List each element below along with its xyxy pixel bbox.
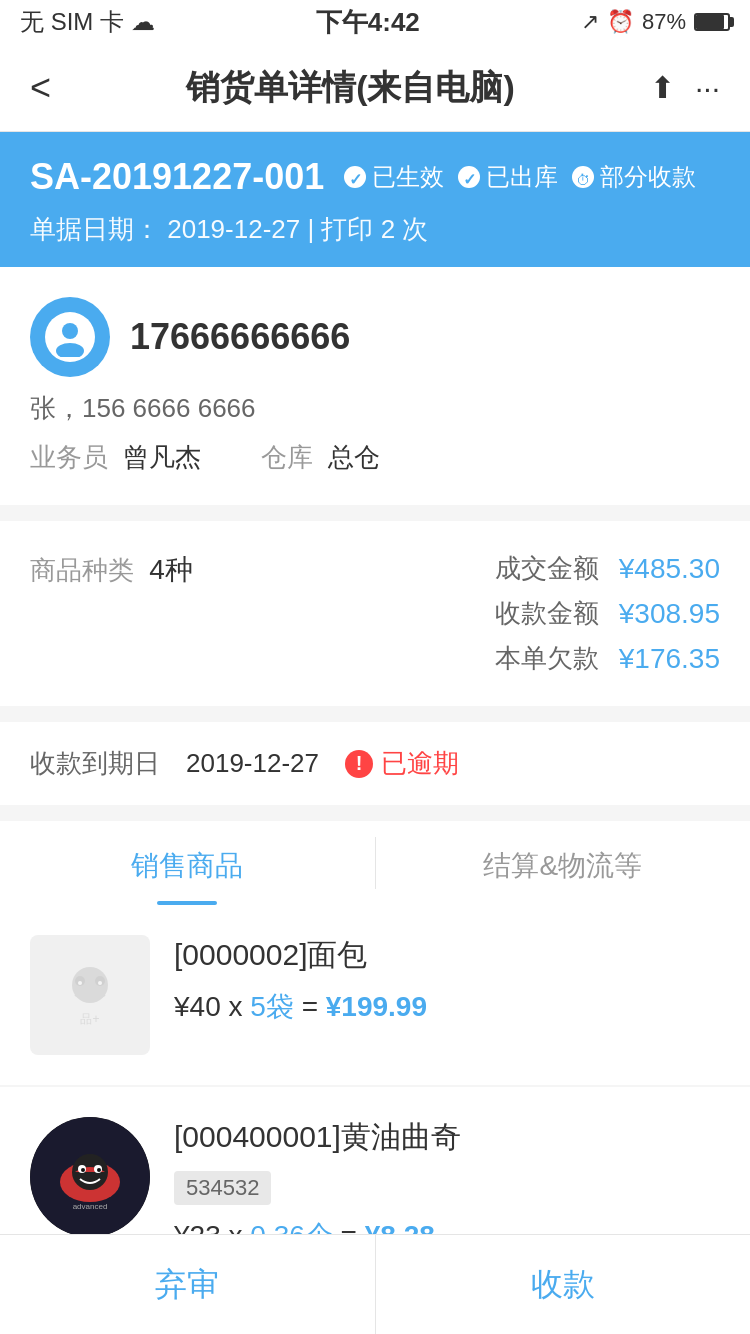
customer-name-detail: 张，156 6666 6666: [30, 391, 720, 426]
status-left: 无 SIM 卡 ☁: [20, 6, 155, 38]
due-amount-row: 本单欠款 ¥176.35: [495, 641, 720, 676]
product-type-stat: 商品种类 4种: [30, 551, 193, 589]
product-info-1: [0000002]面包 ¥40 x 5袋 = ¥199.99: [174, 935, 720, 1026]
svg-point-13: [81, 1168, 85, 1172]
confirm-button[interactable]: 收款: [376, 1235, 751, 1334]
svg-point-14: [97, 1168, 101, 1172]
product-total-1: ¥199.99: [326, 991, 427, 1022]
svg-point-1: [56, 343, 84, 357]
overdue-badge: ! 已逾期: [345, 746, 459, 781]
tab-settlement[interactable]: 结算&物流等: [376, 821, 751, 905]
amount-stats: 成交金额 ¥485.30 收款金额 ¥308.95 本单欠款 ¥176.35: [495, 551, 720, 676]
avatar-icon: [45, 312, 95, 362]
product-image-2: advanced: [30, 1117, 150, 1237]
product-thumb-1: 品+: [30, 935, 150, 1055]
shipped-icon: [458, 166, 480, 188]
product-unit-price-1: ¥40: [174, 991, 221, 1022]
more-icon[interactable]: ···: [695, 71, 720, 105]
received-amount-row: 收款金额 ¥308.95: [495, 596, 720, 631]
cancel-button[interactable]: 弃审: [0, 1235, 376, 1334]
customer-meta: 业务员 曾凡杰 仓库 总仓: [30, 440, 720, 475]
back-button[interactable]: <: [30, 67, 51, 109]
battery-status: 87%: [642, 9, 686, 35]
overdue-icon: !: [345, 750, 373, 778]
svg-text:advanced: advanced: [73, 1202, 108, 1211]
svg-point-0: [62, 323, 78, 339]
tab-settlement-label: 结算&物流等: [483, 850, 642, 881]
deal-value: ¥485.30: [619, 553, 720, 585]
type-value: 4种: [149, 554, 193, 585]
tab-products[interactable]: 销售商品: [0, 821, 375, 905]
received-value: ¥308.95: [619, 598, 720, 630]
product-item-1: 品+ [0000002]面包 ¥40 x 5袋 = ¥199.99: [0, 905, 750, 1085]
svg-text:品+: 品+: [80, 1012, 99, 1026]
print-info: | 打印 2 次: [307, 214, 428, 244]
stats-section: 商品种类 4种 成交金额 ¥485.30 收款金额 ¥308.95 本单欠款 ¥…: [0, 521, 750, 706]
product-thumb-2: advanced: [30, 1117, 150, 1237]
received-label: 收款金额: [495, 596, 599, 631]
tab-products-label: 销售商品: [131, 850, 243, 881]
staff-info: 业务员 曾凡杰: [30, 440, 201, 475]
type-label: 商品种类: [30, 555, 134, 585]
shipped-label: 已出库: [486, 161, 558, 193]
user-icon: [50, 317, 90, 357]
svg-point-6: [98, 981, 102, 985]
status-partial: 部分收款: [572, 161, 696, 193]
alarm-icon: ⏰: [607, 9, 634, 35]
status-time: 下午4:42: [316, 5, 420, 40]
product-name-2: [000400001]黄油曲奇: [174, 1117, 720, 1158]
due-section: 收款到期日 2019-12-27 ! 已逾期: [0, 722, 750, 805]
product-tag-2: 534532: [174, 1171, 271, 1205]
svg-point-5: [78, 981, 82, 985]
nav-actions: ⬆ ···: [650, 70, 720, 105]
customer-phone: 17666666666: [130, 316, 350, 358]
share-icon[interactable]: ⬆: [650, 70, 675, 105]
warehouse-label: 仓库: [261, 442, 313, 472]
product-price-1: ¥40 x 5袋 = ¥199.99: [174, 988, 720, 1026]
warehouse-info: 仓库 总仓: [261, 440, 380, 475]
deal-amount-row: 成交金额 ¥485.30: [495, 551, 720, 586]
due-date-value: 2019-12-27: [186, 748, 319, 779]
warehouse-value: 总仓: [328, 442, 380, 472]
battery-icon: [694, 13, 730, 31]
product-name-1: [0000002]面包: [174, 935, 720, 976]
effective-icon: [344, 166, 366, 188]
products-section: 品+ [0000002]面包 ¥40 x 5袋 = ¥199.99: [0, 905, 750, 1285]
status-right: ↗ ⏰ 87%: [581, 9, 730, 35]
sim-status: 无 SIM 卡 ☁: [20, 6, 155, 38]
deal-label: 成交金额: [495, 551, 599, 586]
product-times-1: x: [229, 991, 251, 1022]
staff-label: 业务员: [30, 442, 108, 472]
effective-label: 已生效: [372, 161, 444, 193]
product-eq-1: =: [302, 991, 326, 1022]
customer-row: 17666666666: [30, 297, 720, 377]
partial-label: 部分收款: [600, 161, 696, 193]
product-qty-1: 5袋: [250, 991, 294, 1022]
location-icon: ↗: [581, 9, 599, 35]
bottom-action-bar: 弃审 收款: [0, 1234, 750, 1334]
due-date-label: 收款到期日: [30, 746, 160, 781]
status-effective: 已生效: [344, 161, 444, 193]
order-date-row: 单据日期： 2019-12-27 | 打印 2 次: [30, 212, 720, 247]
partial-icon: [572, 166, 594, 188]
page-title: 销货单详情(来自电脑): [186, 65, 515, 111]
status-shipped: 已出库: [458, 161, 558, 193]
product-placeholder-icon: 品+: [50, 955, 130, 1035]
order-date: 2019-12-27: [167, 214, 300, 244]
order-id: SA-20191227-001: [30, 156, 324, 198]
customer-section: 17666666666 张，156 6666 6666 业务员 曾凡杰 仓库 总…: [0, 267, 750, 505]
overdue-text: 已逾期: [381, 746, 459, 781]
due-label: 本单欠款: [495, 641, 599, 676]
due-value: ¥176.35: [619, 643, 720, 675]
tabs-section: 销售商品 结算&物流等: [0, 821, 750, 905]
nav-bar: < 销货单详情(来自电脑) ⬆ ···: [0, 44, 750, 132]
date-label: 单据日期：: [30, 214, 160, 244]
avatar: [30, 297, 110, 377]
order-header: SA-20191227-001 已生效 已出库 部分收款 单据日期： 2019-…: [0, 132, 750, 267]
staff-value: 曾凡杰: [123, 442, 201, 472]
status-bar: 无 SIM 卡 ☁ 下午4:42 ↗ ⏰ 87%: [0, 0, 750, 44]
status-tags: 已生效 已出库 部分收款: [344, 161, 696, 193]
